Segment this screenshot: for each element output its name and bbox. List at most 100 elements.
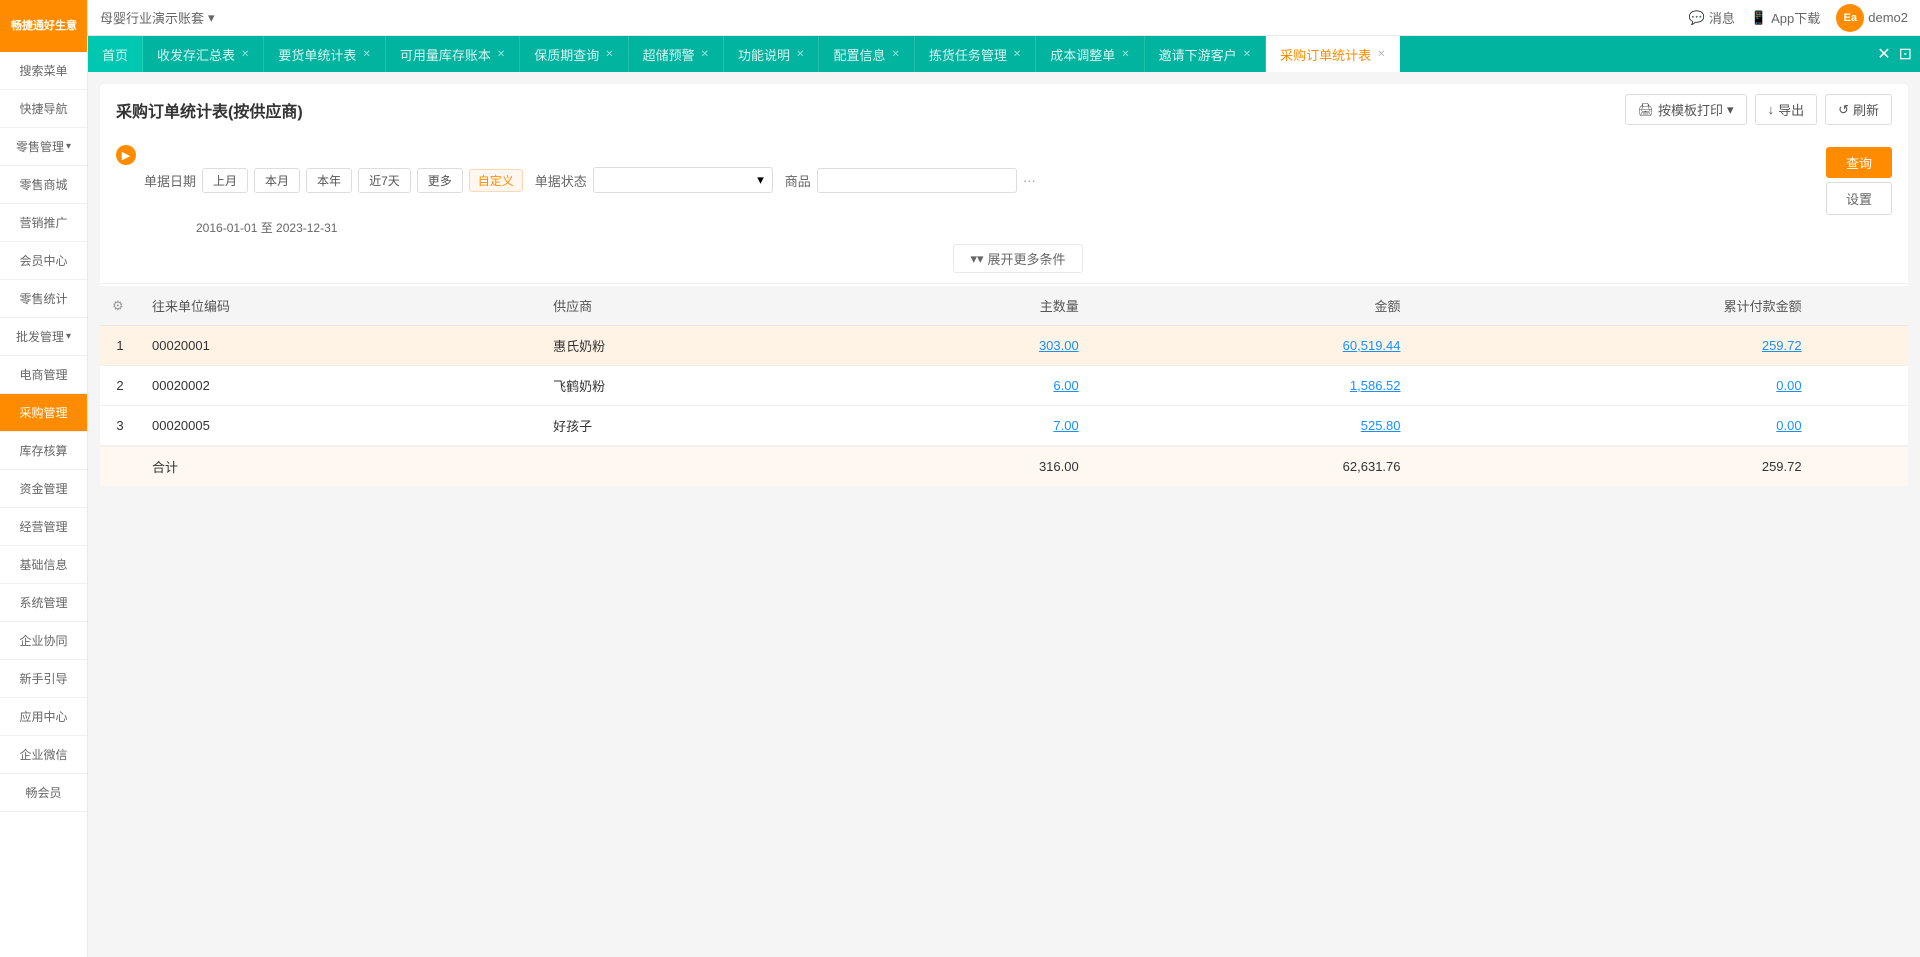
cell-amount: 1,586.52 (1091, 366, 1413, 406)
query-button[interactable]: 查询 (1826, 147, 1892, 178)
sidebar-item-零售商城[interactable]: 零售商城 (0, 166, 87, 204)
message-icon: 💬 (1689, 10, 1705, 26)
sidebar-item-企业微信[interactable]: 企业微信 (0, 736, 87, 774)
status-filter-label: 单据状态 (535, 171, 587, 190)
nav-tab-5[interactable]: 超储预警 ✕ (629, 36, 724, 72)
sidebar-item-营销推广[interactable]: 营销推广 (0, 204, 87, 242)
nav-tab-1[interactable]: 收发存汇总表✕ (143, 36, 264, 72)
expand-tabs-icon[interactable]: ⊡ (1899, 44, 1912, 64)
top-bar-right: 💬 消息 📱 App下载 Ea demo2 (1689, 4, 1908, 32)
nav-tabs: 首页收发存汇总表✕要货单统计表✕可用量库存账本✕保质期查询✕超储预警✕功能说明✕… (88, 36, 1920, 72)
close-tab-icon[interactable]: ✕ (1877, 44, 1890, 64)
nav-tab-9[interactable]: 成本调整单✕ (1036, 36, 1144, 72)
table-header-row: ⚙ 往来单位编码 供应商 主数量 金额 累计付款金额 (100, 286, 1908, 326)
cell-supplier: 好孩子 (541, 406, 840, 447)
close-tab-5-icon[interactable]: ✕ (701, 49, 709, 60)
filter-area: ▶ 单据日期 上月 本月 本年 近7天 更多 (100, 135, 1908, 284)
sidebar-item-系统管理[interactable]: 系统管理 (0, 584, 87, 622)
table-row[interactable]: 2 00020002 飞鹤奶粉 6.00 1,586.52 0.00 (100, 366, 1908, 406)
print-button[interactable]: 🖨 按模板打印 ▾ (1625, 94, 1747, 125)
cell-index: 3 (100, 406, 140, 447)
data-table: ⚙ 往来单位编码 供应商 主数量 金额 累计付款金额 1 00020001 惠氏… (100, 286, 1908, 486)
print-label: 按模板打印 (1658, 100, 1723, 119)
message-button[interactable]: 💬 消息 (1689, 8, 1735, 27)
close-tab-11-icon[interactable]: ✕ (1377, 49, 1385, 60)
status-select[interactable]: ▾ (593, 167, 773, 193)
this-month-button[interactable]: 本月 (254, 168, 300, 193)
sidebar-item-会员中心[interactable]: 会员中心 (0, 242, 87, 280)
sidebar-item-搜索菜单[interactable]: 搜索菜单 (0, 52, 87, 90)
custom-date-badge[interactable]: 自定义 (469, 169, 523, 192)
sidebar-item-畅会员[interactable]: 畅会员 (0, 774, 87, 812)
cell-supplier: 惠氏奶粉 (541, 326, 840, 366)
cell-amount: 525.80 (1091, 406, 1413, 447)
close-tab-3-icon[interactable]: ✕ (497, 49, 505, 60)
more-date-button[interactable]: 更多 (417, 168, 463, 193)
nav-tab-0[interactable]: 首页 (88, 36, 143, 72)
close-tab-4-icon[interactable]: ✕ (605, 49, 613, 60)
nav-tab-11[interactable]: 采购订单统计表✕ (1266, 36, 1400, 72)
export-label: 导出 (1778, 100, 1804, 119)
column-settings-icon[interactable]: ⚙ (112, 298, 124, 313)
table-footer-row: 合计 316.00 62,631.76 259.72 (100, 446, 1908, 486)
last-month-button[interactable]: 上月 (202, 168, 248, 193)
nav-tab-7[interactable]: 配置信息✕ (819, 36, 914, 72)
sidebar-item-零售管理[interactable]: 零售管理▾ (0, 128, 87, 166)
close-tab-2-icon[interactable]: ✕ (362, 49, 370, 60)
close-tab-1-icon[interactable]: ✕ (241, 49, 249, 60)
nav-tab-label-5: 超储预警 (643, 45, 695, 64)
cell-amount: 60,519.44 (1091, 326, 1413, 366)
close-tab-9-icon[interactable]: ✕ (1121, 49, 1129, 60)
app-download-button[interactable]: 📱 App下载 (1751, 8, 1820, 27)
sidebar-item-库存核算[interactable]: 库存核算 (0, 432, 87, 470)
expand-icon: ▾▾ (970, 251, 983, 267)
refresh-button[interactable]: ↺ 刷新 (1825, 94, 1892, 125)
cell-extra (1814, 406, 1908, 447)
footer-empty-3 (1814, 446, 1908, 486)
export-button[interactable]: ↓ 导出 (1755, 94, 1818, 125)
sidebar-item-基础信息[interactable]: 基础信息 (0, 546, 87, 584)
collapse-filter-button[interactable]: ▶ (116, 145, 136, 165)
logo-text: 畅捷通好生意 (11, 19, 77, 33)
sidebar-item-经营管理[interactable]: 经营管理 (0, 508, 87, 546)
cell-paid: 0.00 (1413, 366, 1814, 406)
sidebar-item-应用中心[interactable]: 应用中心 (0, 698, 87, 736)
close-tab-6-icon[interactable]: ✕ (796, 49, 804, 60)
table-row[interactable]: 1 00020001 惠氏奶粉 303.00 60,519.44 259.72 (100, 326, 1908, 366)
nav-tab-8[interactable]: 拣货任务管理✕ (915, 36, 1036, 72)
nav-tab-3[interactable]: 可用量库存账本✕ (386, 36, 520, 72)
nav-tab-2[interactable]: 要货单统计表✕ (264, 36, 385, 72)
expand-more-button[interactable]: ▾▾ 展开更多条件 (953, 244, 1082, 273)
user-profile[interactable]: Ea demo2 (1836, 4, 1908, 32)
goods-more-icon[interactable]: ··· (1023, 173, 1036, 188)
7days-button[interactable]: 近7天 (358, 168, 411, 193)
goods-filter: 商品 ··· (785, 168, 1036, 193)
page-area: 采购订单统计表(按供应商) 🖨 按模板打印 ▾ ↓ 导出 ↺ (88, 72, 1920, 957)
this-year-button[interactable]: 本年 (306, 168, 352, 193)
close-tab-7-icon[interactable]: ✕ (891, 49, 899, 60)
nav-tab-4[interactable]: 保质期查询✕ (520, 36, 628, 72)
sidebar-item-资金管理[interactable]: 资金管理 (0, 470, 87, 508)
cell-supplier: 飞鹤奶粉 (541, 366, 840, 406)
sidebar-item-采购管理[interactable]: 采购管理 (0, 394, 87, 432)
sidebar-item-企业协同[interactable]: 企业协同 (0, 622, 87, 660)
close-tab-8-icon[interactable]: ✕ (1013, 49, 1021, 60)
setting-button[interactable]: 设置 (1826, 182, 1892, 215)
cell-code: 00020001 (140, 326, 541, 366)
sidebar-item-电商管理[interactable]: 电商管理 (0, 356, 87, 394)
print-icon: 🖨 (1638, 102, 1655, 118)
sidebar-item-零售统计[interactable]: 零售统计 (0, 280, 87, 318)
table-row[interactable]: 3 00020005 好孩子 7.00 525.80 0.00 (100, 406, 1908, 447)
goods-search-input[interactable] (817, 168, 1017, 193)
nav-tab-10[interactable]: 邀请下游客户✕ (1145, 36, 1266, 72)
sidebar-item-批发管理[interactable]: 批发管理▾ (0, 318, 87, 356)
close-tab-10-icon[interactable]: ✕ (1243, 49, 1251, 60)
custom-date-label: 自定义 (478, 172, 514, 189)
sidebar-item-新手引导[interactable]: 新手引导 (0, 660, 87, 698)
top-bar: 母婴行业演示账套 ▾ 💬 消息 📱 App下载 Ea demo2 (88, 0, 1920, 36)
sidebar-item-快捷导航[interactable]: 快捷导航 (0, 90, 87, 128)
account-switcher[interactable]: 母婴行业演示账套 ▾ (100, 8, 215, 27)
nav-tab-6[interactable]: 功能说明✕ (724, 36, 819, 72)
cell-paid: 0.00 (1413, 406, 1814, 447)
avatar: Ea (1836, 4, 1864, 32)
